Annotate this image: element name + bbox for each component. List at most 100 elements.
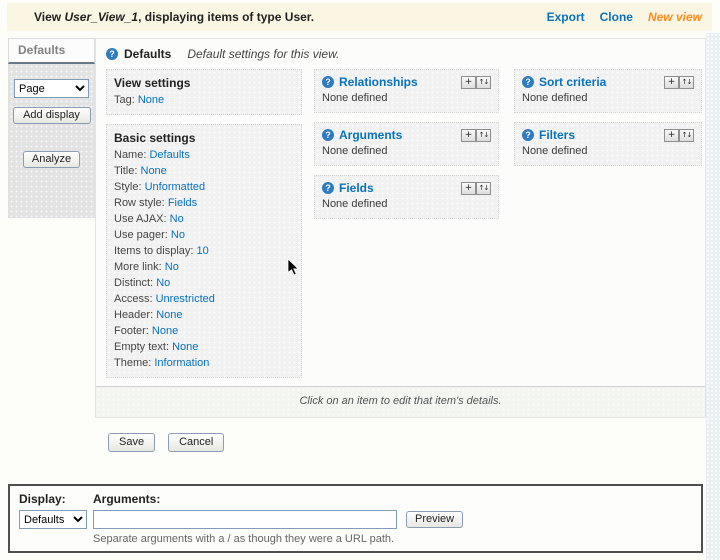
add-icon[interactable]: + <box>461 181 476 195</box>
filters-box: ? Filters + ↑↓ None defined <box>514 122 702 166</box>
export-link[interactable]: Export <box>547 10 585 24</box>
basic-setting-row: More link: No <box>114 259 294 275</box>
rearrange-icon[interactable]: ↑↓ <box>679 128 694 142</box>
setting-value-link[interactable]: 10 <box>197 245 209 257</box>
rearrange-icon[interactable]: ↑↓ <box>476 128 491 142</box>
sort-criteria-status: None defined <box>522 92 588 104</box>
setting-value-link[interactable]: No <box>171 229 185 241</box>
setting-value-link[interactable]: None <box>156 309 182 321</box>
setting-label: Distinct: <box>114 277 154 289</box>
fields-status: None defined <box>322 198 388 210</box>
cancel-button[interactable]: Cancel <box>168 433 225 452</box>
setting-value-link[interactable]: None <box>141 165 167 177</box>
help-icon[interactable]: ? <box>322 182 334 194</box>
basic-setting-row: Name: Defaults <box>114 147 294 163</box>
help-icon[interactable]: ? <box>106 48 118 60</box>
basic-setting-row: Row style: Fields <box>114 195 294 211</box>
arguments-help-text: Separate arguments with a / as though th… <box>93 533 395 545</box>
setting-value-link[interactable]: No <box>156 277 170 289</box>
analyze-button[interactable]: Analyze <box>22 151 81 168</box>
defaults-heading: ? Defaults Default settings for this vie… <box>96 39 705 69</box>
relationships-link[interactable]: Relationships <box>339 75 418 89</box>
basic-setting-row: Title: None <box>114 163 294 179</box>
setting-value-link[interactable]: Defaults <box>149 149 189 161</box>
setting-value-link[interactable]: None <box>152 325 178 337</box>
relationships-status: None defined <box>322 92 388 104</box>
tag-value-link[interactable]: None <box>138 94 164 106</box>
defaults-heading-title: Defaults <box>124 47 172 61</box>
help-icon[interactable]: ? <box>322 129 334 141</box>
setting-value-link[interactable]: No <box>170 213 184 225</box>
fields-link[interactable]: Fields <box>339 181 374 195</box>
fields-buttons: + ↑↓ <box>461 181 491 195</box>
clone-link[interactable]: Clone <box>600 10 633 24</box>
column-middle: ? Relationships + ↑↓ None defined ? Argu… <box>314 69 499 219</box>
edit-hint-bar: Click on an item to edit that item's det… <box>96 386 705 417</box>
display-sidebar: Defaults Page Add display Analyze <box>8 38 95 218</box>
view-settings-box: View settings Tag: None <box>106 69 302 115</box>
setting-label: Access: <box>114 293 153 305</box>
header-links: Export Clone New view <box>547 10 702 24</box>
preview-display-select[interactable]: Defaults <box>19 510 87 529</box>
arguments-input-row: Preview <box>93 510 464 529</box>
view-settings-title: View settings <box>114 76 191 90</box>
arguments-input[interactable] <box>93 510 397 529</box>
arguments-buttons: + ↑↓ <box>461 128 491 142</box>
rearrange-icon[interactable]: ↑↓ <box>679 75 694 89</box>
setting-label: Use pager: <box>114 229 168 241</box>
rearrange-icon[interactable]: ↑↓ <box>476 75 491 89</box>
save-button[interactable]: Save <box>108 433 156 452</box>
setting-label: Row style: <box>114 197 165 209</box>
preview-arguments-column: Arguments: Preview Separate arguments wi… <box>93 492 464 545</box>
relationships-box: ? Relationships + ↑↓ None defined <box>314 69 499 113</box>
setting-label: Title: <box>114 165 138 177</box>
add-icon[interactable]: + <box>664 128 679 142</box>
add-icon[interactable]: + <box>664 75 679 89</box>
help-icon[interactable]: ? <box>522 129 534 141</box>
add-display-button[interactable]: Add display <box>12 107 91 124</box>
add-icon[interactable]: + <box>461 75 476 89</box>
relationships-buttons: + ↑↓ <box>461 75 491 89</box>
rearrange-icon[interactable]: ↑↓ <box>476 181 491 195</box>
view-title: View User_View_1, displaying items of ty… <box>34 10 315 24</box>
setting-value-link[interactable]: No <box>165 261 179 273</box>
tag-row: Tag: None <box>114 92 294 108</box>
filters-buttons: + ↑↓ <box>664 128 694 142</box>
sort-criteria-head: ? Sort criteria + ↑↓ <box>522 75 694 89</box>
view-name: User_View_1 <box>64 10 139 24</box>
basic-setting-row: Distinct: No <box>114 275 294 291</box>
filters-status: None defined <box>522 145 588 157</box>
arguments-label: Arguments: <box>93 492 161 506</box>
setting-label: Footer: <box>114 325 149 337</box>
setting-label: Use AJAX: <box>114 213 167 225</box>
preview-display-column: Display: Defaults <box>19 493 93 545</box>
arguments-link[interactable]: Arguments <box>339 128 402 142</box>
column-basic: View settings Tag: None Basic settings N… <box>106 69 302 378</box>
view-header-bar: View User_View_1, displaying items of ty… <box>7 3 712 31</box>
setting-label: More link: <box>114 261 162 273</box>
new-view-link[interactable]: New view <box>648 10 702 24</box>
help-icon[interactable]: ? <box>322 76 334 88</box>
tab-defaults[interactable]: Defaults <box>8 38 95 64</box>
display-type-select[interactable]: Page <box>14 79 89 98</box>
setting-value-link[interactable]: None <box>172 341 198 353</box>
sidebar-controls: Page Add display Analyze <box>8 64 95 218</box>
add-icon[interactable]: + <box>461 128 476 142</box>
basic-settings-box: Basic settings Name: Defaults Title: None… <box>106 124 302 378</box>
arguments-box: ? Arguments + ↑↓ None defined <box>314 122 499 166</box>
basic-setting-row: Items to display: 10 <box>114 243 294 259</box>
setting-value-link[interactable]: Information <box>154 357 209 369</box>
setting-value-link[interactable]: Fields <box>168 197 197 209</box>
setting-label: Name: <box>114 149 147 161</box>
sort-criteria-box: ? Sort criteria + ↑↓ None defined <box>514 69 702 113</box>
filters-link[interactable]: Filters <box>539 128 575 142</box>
basic-setting-row: Style: Unformatted <box>114 179 294 195</box>
sort-criteria-link[interactable]: Sort criteria <box>539 75 606 89</box>
help-icon[interactable]: ? <box>522 76 534 88</box>
fields-head: ? Fields + ↑↓ <box>322 181 491 195</box>
setting-value-link[interactable]: Unformatted <box>145 181 206 193</box>
display-label: Display: <box>19 492 66 506</box>
setting-value-link[interactable]: Unrestricted <box>156 293 215 305</box>
basic-setting-row: Access: Unrestricted <box>114 291 294 307</box>
preview-button[interactable]: Preview <box>406 511 464 528</box>
